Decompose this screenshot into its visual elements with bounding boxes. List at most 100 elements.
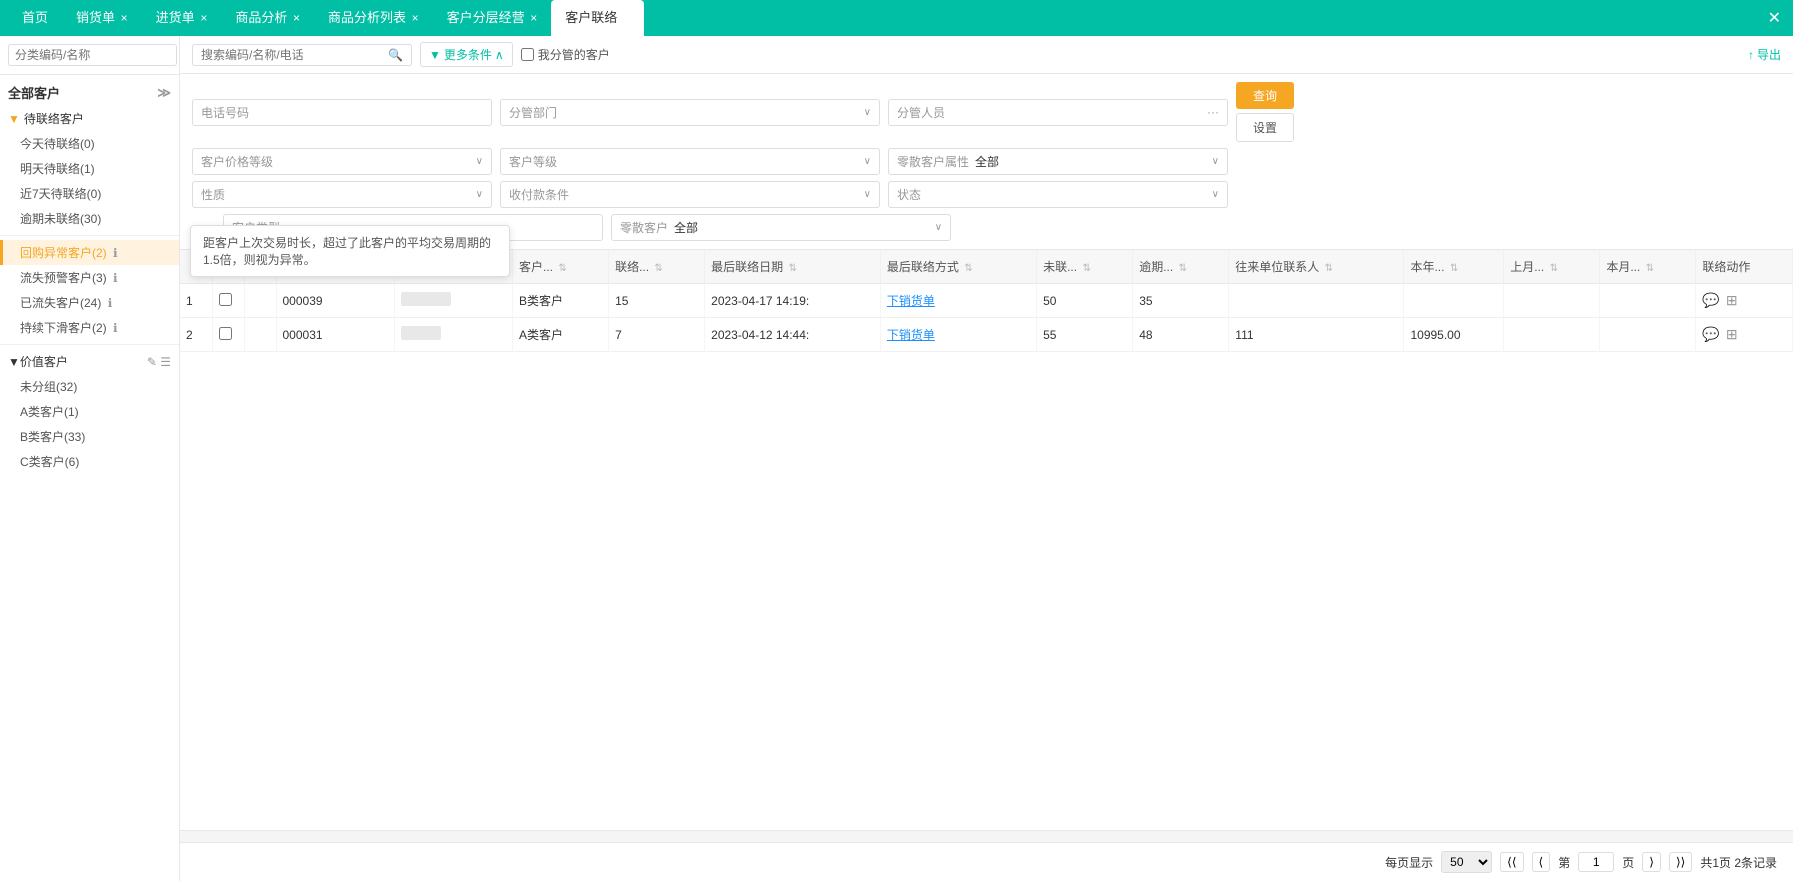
sidebar-search-input[interactable] bbox=[8, 44, 177, 66]
col-contacts[interactable]: 联络... ⇅ bbox=[609, 250, 705, 284]
last-page-btn[interactable]: ⟩⟩ bbox=[1669, 852, 1692, 872]
dept-dropdown-icon[interactable]: ∨ bbox=[864, 107, 871, 118]
my-customer-checkbox-label[interactable]: 我分管的客户 bbox=[521, 46, 610, 63]
nav-home[interactable]: 首页 bbox=[8, 0, 62, 36]
col-unreached[interactable]: 未联... ⇅ bbox=[1037, 250, 1133, 284]
nav-purchase[interactable]: 进货单 × bbox=[142, 0, 222, 36]
row1-checkbox[interactable] bbox=[219, 293, 232, 306]
nav-customer-contact-close[interactable]: × bbox=[623, 11, 630, 25]
manager-dots[interactable]: ··· bbox=[1207, 105, 1219, 119]
retail-attr-dropdown-icon[interactable]: ∨ bbox=[1212, 156, 1219, 167]
col-this-year[interactable]: 本年... ⇅ bbox=[1404, 250, 1504, 284]
sort-method-icon[interactable]: ⇅ bbox=[964, 263, 972, 274]
sort-company-contact-icon[interactable]: ⇅ bbox=[1325, 263, 1333, 274]
filter-customer-level[interactable]: 客户等级 ∨ bbox=[500, 148, 880, 175]
status-dropdown-icon[interactable]: ∨ bbox=[1212, 189, 1219, 200]
next-page-btn[interactable]: ⟩ bbox=[1642, 852, 1661, 872]
sort-category-icon[interactable]: ⇅ bbox=[558, 263, 566, 274]
filter-gender-label: 性质 bbox=[201, 186, 225, 203]
payment-dropdown-icon[interactable]: ∨ bbox=[864, 189, 871, 200]
chat-icon-1[interactable]: 💬 bbox=[1702, 292, 1719, 309]
sort-date-icon[interactable]: ⇅ bbox=[789, 263, 797, 274]
col-last-contact-method[interactable]: 最后联络方式 ⇅ bbox=[880, 250, 1036, 284]
filter-gender[interactable]: 性质 ∨ bbox=[192, 181, 492, 208]
filter-retail-attr[interactable]: 零散客户属性 全部 ∨ bbox=[888, 148, 1228, 175]
sort-this-year-icon[interactable]: ⇅ bbox=[1450, 263, 1458, 274]
sidebar-group-waiting[interactable]: ▼ 待联络客户 bbox=[0, 106, 179, 131]
filter-search-input[interactable] bbox=[201, 48, 388, 62]
sort-overdue-icon[interactable]: ⇅ bbox=[1179, 263, 1187, 274]
my-customer-checkbox[interactable] bbox=[521, 48, 534, 61]
sidebar-item-tomorrow[interactable]: 明天待联络(1) bbox=[0, 156, 179, 181]
sidebar-item-ungroup[interactable]: 未分组(32) bbox=[0, 374, 179, 399]
sidebar-item-today[interactable]: 今天待联络(0) bbox=[0, 131, 179, 156]
col-category[interactable]: 客户... ⇅ bbox=[512, 250, 608, 284]
nav-sales[interactable]: 销货单 × bbox=[62, 0, 142, 36]
sidebar-item-loss-warning[interactable]: 流失预警客户(3) ℹ bbox=[0, 265, 179, 290]
per-page-select[interactable]: 10 20 50 100 bbox=[1441, 851, 1492, 873]
query-btn[interactable]: 查询 bbox=[1236, 82, 1294, 109]
col-overdue[interactable]: 逾期... ⇅ bbox=[1133, 250, 1229, 284]
retail-customer-dropdown-icon[interactable]: ∨ bbox=[935, 222, 942, 233]
sort-this-month-icon[interactable]: ⇅ bbox=[1646, 263, 1654, 274]
cell-last-contact-method-1[interactable]: 下销货单 bbox=[880, 284, 1036, 318]
more-conditions-btn[interactable]: ▼ 更多条件 ∧ bbox=[420, 42, 513, 67]
filter-status[interactable]: 状态 ∨ bbox=[888, 181, 1228, 208]
filter-search-icon[interactable]: 🔍 bbox=[388, 48, 403, 62]
sidebar-group-value[interactable]: ▼ 价值客户 ✎ ☰ bbox=[0, 349, 179, 374]
filter-dept-label: 分管部门 bbox=[509, 104, 557, 121]
gender-dropdown-icon[interactable]: ∨ bbox=[476, 189, 483, 200]
prev-page-btn[interactable]: ⟨ bbox=[1532, 852, 1551, 872]
collapse-icon[interactable]: ≫ bbox=[157, 85, 171, 101]
export-btn[interactable]: ↑ 导出 bbox=[1748, 46, 1781, 63]
nav-sales-close[interactable]: × bbox=[121, 11, 128, 25]
sort-unreached-icon[interactable]: ⇅ bbox=[1082, 263, 1090, 274]
horizontal-scrollbar[interactable] bbox=[180, 830, 1793, 842]
sidebar-item-lost[interactable]: 已流失客户(24) ℹ bbox=[0, 290, 179, 315]
col-this-month[interactable]: 本月... ⇅ bbox=[1600, 250, 1696, 284]
filter-retail-customer[interactable]: 零散客户 全部 ∨ bbox=[611, 214, 951, 241]
col-last-month[interactable]: 上月... ⇅ bbox=[1504, 250, 1600, 284]
cell-last-contact-method-2[interactable]: 下销货单 bbox=[880, 318, 1036, 352]
sidebar-item-repurchase-abnormal[interactable]: 回购异常客户(2) ℹ bbox=[0, 240, 179, 265]
sort-contacts-icon[interactable]: ⇅ bbox=[654, 263, 662, 274]
filter-phone[interactable]: 电话号码 bbox=[192, 99, 492, 126]
row2-checkbox[interactable] bbox=[219, 327, 232, 340]
sort-last-month-icon[interactable]: ⇅ bbox=[1550, 263, 1558, 274]
nav-analysis-list-close[interactable]: × bbox=[412, 11, 419, 25]
contact-method-link-2[interactable]: 下销货单 bbox=[887, 328, 935, 342]
nav-customer-contact[interactable]: 客户联络 × bbox=[551, 0, 644, 36]
filter-dept[interactable]: 分管部门 ∨ bbox=[500, 99, 880, 126]
sidebar-item-declining[interactable]: 持续下滑客户(2) ℹ bbox=[0, 315, 179, 340]
sidebar-item-a-class[interactable]: A类客户(1) bbox=[0, 399, 179, 424]
nav-analysis-close[interactable]: × bbox=[293, 11, 300, 25]
nav-customer-tier-close[interactable]: × bbox=[530, 11, 537, 25]
nav-purchase-close[interactable]: × bbox=[200, 11, 207, 25]
filter-manager[interactable]: 分管人员 ··· bbox=[888, 99, 1228, 126]
sidebar-item-7days[interactable]: 近7天待联络(0) bbox=[0, 181, 179, 206]
chat-icon-2[interactable]: 💬 bbox=[1702, 326, 1719, 343]
window-close-icon[interactable]: ✕ bbox=[1768, 8, 1781, 28]
col-company-contact[interactable]: 往来单位联系人 ⇅ bbox=[1229, 250, 1404, 284]
filter-price-level[interactable]: 客户价格等级 ∨ bbox=[192, 148, 492, 175]
grid-icon-2[interactable]: ⊞ bbox=[1726, 326, 1738, 343]
nav-analysis-list[interactable]: 商品分析列表 × bbox=[314, 0, 433, 36]
cell-checkbox-1[interactable] bbox=[212, 284, 244, 318]
value-edit-icons[interactable]: ✎ ☰ bbox=[147, 355, 171, 369]
first-page-btn[interactable]: ⟨⟨ bbox=[1500, 852, 1523, 872]
filter-payment[interactable]: 收付款条件 ∨ bbox=[500, 181, 880, 208]
customer-level-dropdown-icon[interactable]: ∨ bbox=[864, 156, 871, 167]
contact-method-link-1[interactable]: 下销货单 bbox=[887, 294, 935, 308]
cell-checkbox-2[interactable] bbox=[212, 318, 244, 352]
col-last-contact-date[interactable]: 最后联络日期 ⇅ bbox=[705, 250, 881, 284]
nav-analysis[interactable]: 商品分析 × bbox=[221, 0, 314, 36]
nav-customer-tier[interactable]: 客户分层经营 × bbox=[433, 0, 552, 36]
price-level-dropdown-icon[interactable]: ∨ bbox=[476, 156, 483, 167]
grid-icon-1[interactable]: ⊞ bbox=[1726, 292, 1738, 309]
setting-btn[interactable]: 设置 bbox=[1236, 113, 1294, 142]
sidebar-item-c-class[interactable]: C类客户(6) bbox=[0, 449, 179, 474]
sidebar-item-b-class[interactable]: B类客户(33) bbox=[0, 424, 179, 449]
cell-overdue-1: 35 bbox=[1133, 284, 1229, 318]
sidebar-item-overdue[interactable]: 逾期未联络(30) bbox=[0, 206, 179, 231]
page-number-input[interactable] bbox=[1578, 852, 1614, 872]
